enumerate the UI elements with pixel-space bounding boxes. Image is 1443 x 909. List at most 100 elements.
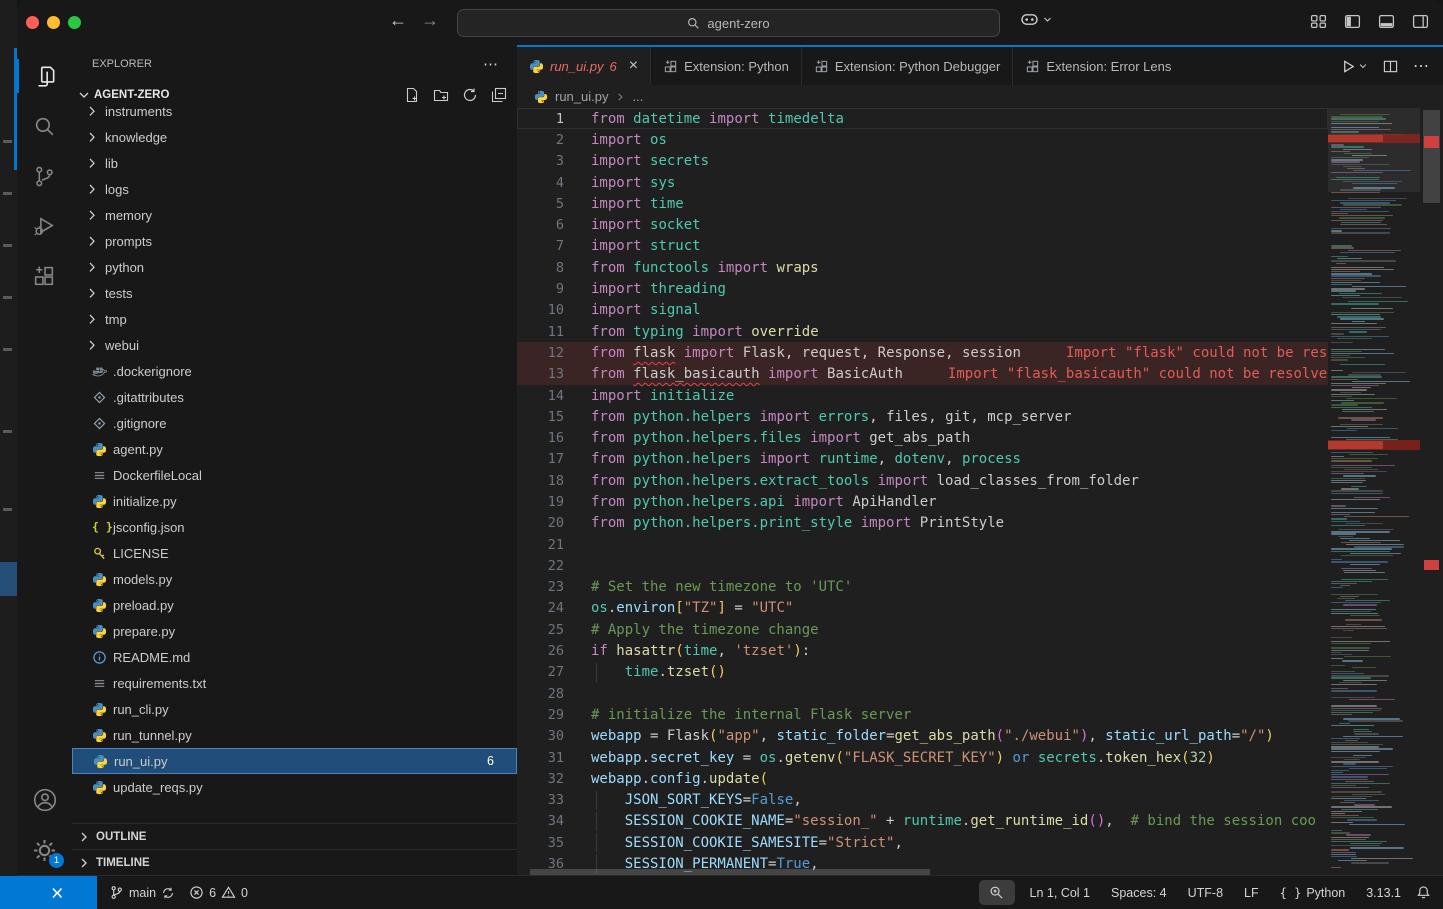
tree-item-agent-py[interactable]: agent.py	[72, 436, 517, 462]
breadcrumb-file[interactable]: run_ui.py	[555, 89, 608, 104]
close-window-button[interactable]	[26, 16, 39, 29]
activity-search[interactable]	[17, 101, 72, 151]
code-line-29[interactable]: 29 # initialize the internal Flask server	[517, 704, 1328, 725]
tree-item-dockerfilelocal[interactable]: DockerfileLocal	[72, 462, 517, 488]
tree-item-logs[interactable]: logs	[72, 176, 517, 202]
explorer-more-actions-icon[interactable]: ⋯	[483, 55, 499, 73]
code-line-1[interactable]: 1 from datetime import timedelta	[517, 108, 1328, 129]
tree-item--gitignore[interactable]: .gitignore	[72, 410, 517, 436]
notifications-bell-icon[interactable]	[1416, 885, 1431, 900]
sync-icon[interactable]	[161, 886, 175, 900]
tree-item-requirements-txt[interactable]: requirements.txt	[72, 670, 517, 696]
tree-item-prompts[interactable]: prompts	[72, 228, 517, 254]
code-line-23[interactable]: 23 # Set the new timezone to 'UTC'	[517, 577, 1328, 598]
code-line-17[interactable]: 17 from python.helpers import runtime, do…	[517, 449, 1328, 470]
branch-indicator[interactable]: main	[103, 885, 181, 900]
code-line-33[interactable]: 33 JSON_SORT_KEYS=False,	[517, 790, 1328, 811]
code-line-7[interactable]: 7 import struct	[517, 236, 1328, 257]
go-forward-icon[interactable]: →	[421, 10, 439, 31]
code-line-22[interactable]: 22	[517, 555, 1328, 576]
tree-item-license[interactable]: LICENSE	[72, 540, 517, 566]
code-line-13[interactable]: 13 from flask_basicauth import BasicAuth I…	[517, 363, 1328, 385]
code-line-5[interactable]: 5 import time	[517, 193, 1328, 214]
tree-item-tests[interactable]: tests	[72, 280, 517, 306]
code-line-32[interactable]: 32 webapp.config.update(	[517, 768, 1328, 789]
code-line-34[interactable]: 34 SESSION_COOKIE_NAME="session_" + runt…	[517, 811, 1328, 832]
code-line-26[interactable]: 26 if hasattr(time, 'tzset'):	[517, 640, 1328, 661]
close-tab-icon[interactable]: ×	[629, 57, 638, 75]
activity-explorer[interactable]	[17, 51, 72, 101]
code-line-25[interactable]: 25 # Apply the timezone change	[517, 619, 1328, 640]
language-mode[interactable]: { } Python	[1274, 886, 1352, 900]
tree-item-instruments[interactable]: instruments	[72, 98, 517, 124]
code-line-30[interactable]: 30 webapp = Flask("app", static_folder=ge…	[517, 726, 1328, 747]
more-actions-icon[interactable]: ⋯	[1413, 56, 1429, 76]
code-line-12[interactable]: 12 from flask import Flask, request, Resp…	[517, 342, 1328, 364]
breadcrumb[interactable]: run_ui.py ...	[517, 85, 1443, 108]
code-line-3[interactable]: 3 import secrets	[517, 151, 1328, 172]
code-line-28[interactable]: 28	[517, 683, 1328, 704]
activity-extensions[interactable]	[17, 251, 72, 301]
tree-item-jsconfig-json[interactable]: { } jsconfig.json	[72, 514, 517, 540]
code-line-4[interactable]: 4 import sys	[517, 172, 1328, 193]
eol-sequence[interactable]: LF	[1238, 886, 1265, 900]
code-line-15[interactable]: 15 from python.helpers import errors, fil…	[517, 406, 1328, 427]
tree-item-lib[interactable]: lib	[72, 150, 517, 176]
code-line-8[interactable]: 8 from functools import wraps	[517, 257, 1328, 278]
customize-layout-icon[interactable]	[1310, 13, 1327, 30]
tree-item-preload-py[interactable]: preload.py	[72, 592, 517, 618]
cursor-position[interactable]: Ln 1, Col 1	[1024, 886, 1096, 900]
code-line-19[interactable]: 19 from python.helpers.api import ApiHand…	[517, 491, 1328, 512]
tab-extension-error-lens[interactable]: Extension: Error Lens	[1013, 47, 1264, 85]
tree-item-knowledge[interactable]: knowledge	[72, 124, 517, 150]
tree-item-initialize-py[interactable]: initialize.py	[72, 488, 517, 514]
toggle-panel-icon[interactable]	[1378, 13, 1395, 30]
tab-extension-python[interactable]: Extension: Python	[651, 47, 802, 85]
copilot-menu[interactable]	[1020, 12, 1052, 27]
code-line-35[interactable]: 35 SESSION_COOKIE_SAMESITE="Strict",	[517, 832, 1328, 853]
activity-settings[interactable]: 1	[17, 825, 72, 875]
tree-item-run-cli-py[interactable]: run_cli.py	[72, 696, 517, 722]
code-editor[interactable]: 1 from datetime import timedelta 2 import o…	[517, 108, 1328, 875]
activity-source-control[interactable]	[17, 151, 72, 201]
split-editor-icon[interactable]	[1383, 59, 1398, 74]
code-line-9[interactable]: 9 import threading	[517, 278, 1328, 299]
tree-item--gitattributes[interactable]: .gitattributes	[72, 384, 517, 410]
horizontal-scrollbar[interactable]	[530, 869, 930, 875]
tree-item-python[interactable]: python	[72, 254, 517, 280]
tab-run-ui-py[interactable]: run_ui.py 6 ×	[517, 47, 652, 85]
code-line-2[interactable]: 2 import os	[517, 129, 1328, 150]
problems-indicator[interactable]: 6 0	[183, 885, 254, 900]
code-line-6[interactable]: 6 import socket	[517, 214, 1328, 235]
tree-item-run-tunnel-py[interactable]: run_tunnel.py	[72, 722, 517, 748]
run-python-file-button[interactable]	[1341, 59, 1368, 74]
code-line-20[interactable]: 20 from python.helpers.print_style import…	[517, 513, 1328, 534]
tree-item-update-reqs-py[interactable]: update_reqs.py	[72, 774, 517, 800]
code-line-14[interactable]: 14 import initialize	[517, 385, 1328, 406]
minimize-window-button[interactable]	[47, 16, 60, 29]
breadcrumb-more[interactable]: ...	[632, 89, 643, 104]
tree-item-models-py[interactable]: models.py	[72, 566, 517, 592]
activity-account[interactable]	[17, 775, 72, 825]
remote-indicator[interactable]	[17, 876, 97, 909]
indentation[interactable]: Spaces: 4	[1105, 886, 1173, 900]
scrollbar-thumb[interactable]	[1423, 110, 1440, 203]
tree-item-webui[interactable]: webui	[72, 332, 517, 358]
toggle-secondary-sidebar-icon[interactable]	[1412, 13, 1429, 30]
tree-item-memory[interactable]: memory	[72, 202, 517, 228]
tab-extension-python-debugger[interactable]: Extension: Python Debugger	[801, 47, 1014, 85]
toggle-primary-sidebar-icon[interactable]	[1344, 13, 1361, 30]
vertical-scrollbar[interactable]	[1420, 108, 1443, 875]
zoom-status-item[interactable]	[978, 880, 1015, 905]
tree-item-prepare-py[interactable]: prepare.py	[72, 618, 517, 644]
tree-item-run-ui-py[interactable]: run_ui.py 6	[72, 748, 517, 774]
timeline-section[interactable]: TIMELINE	[72, 849, 517, 875]
tree-item-tmp[interactable]: tmp	[72, 306, 517, 332]
code-line-31[interactable]: 31 webapp.secret_key = os.getenv("FLASK_S…	[517, 747, 1328, 768]
outline-section[interactable]: OUTLINE	[72, 823, 517, 849]
zoom-window-button[interactable]	[68, 16, 81, 29]
code-line-11[interactable]: 11 from typing import override	[517, 321, 1328, 342]
code-line-10[interactable]: 10 import signal	[517, 300, 1328, 321]
tree-item--dockerignore[interactable]: .dockerignore	[72, 358, 517, 384]
code-line-27[interactable]: 27 time.tzset()	[517, 662, 1328, 683]
